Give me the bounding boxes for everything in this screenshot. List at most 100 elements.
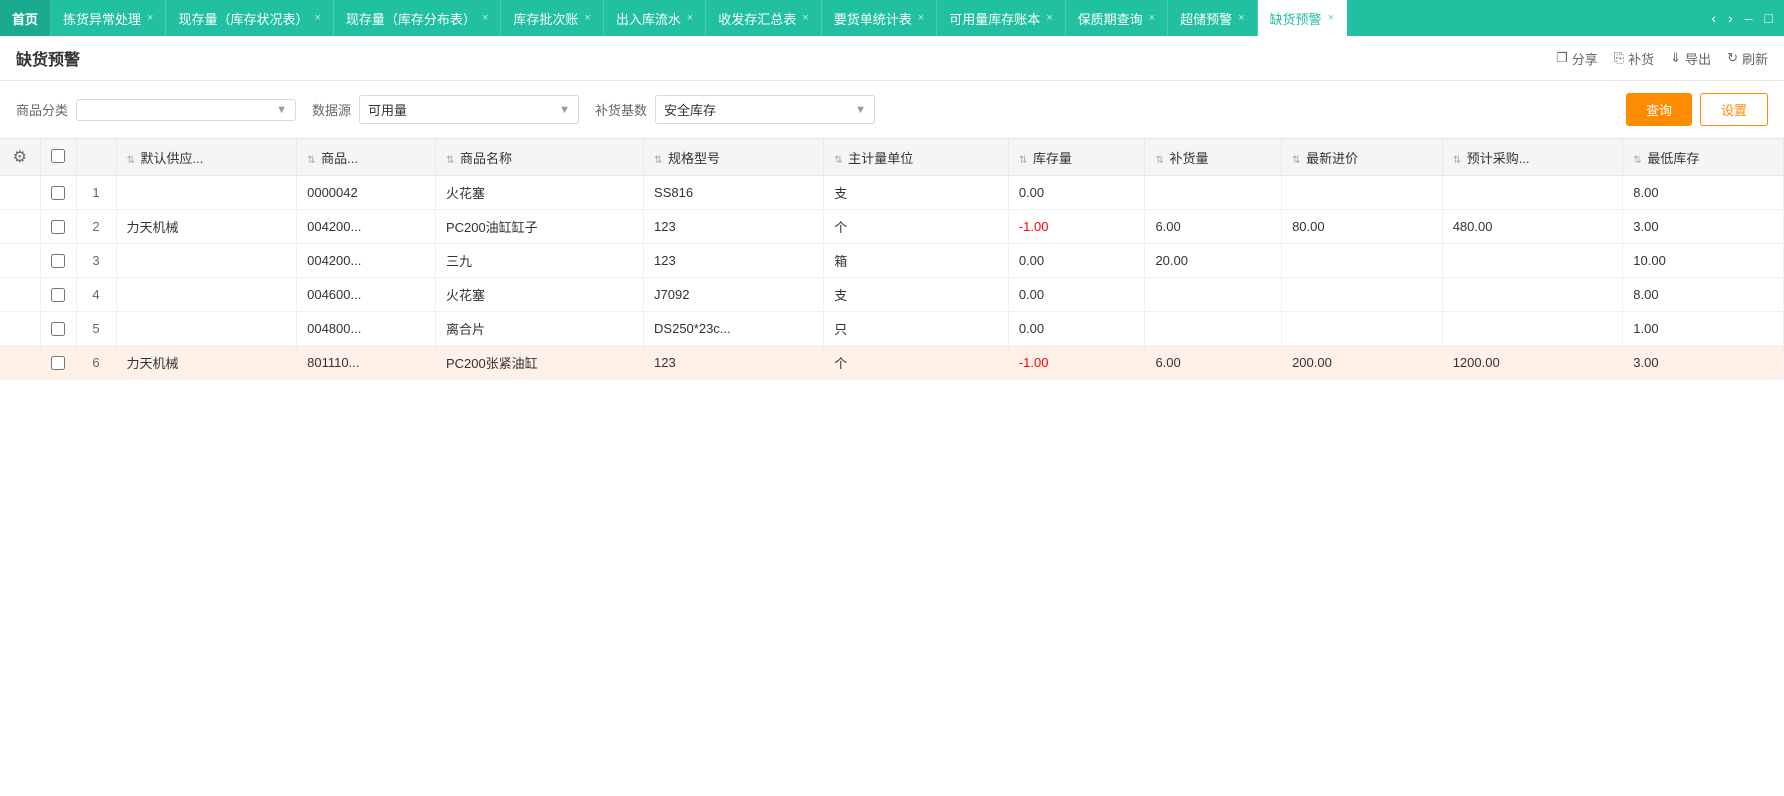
row-checkbox-cell[interactable] [40,346,76,380]
est-purchase-sort-icon: ⇅ [1453,155,1461,166]
category-select[interactable]: ▼ [76,99,296,121]
tab-2-close[interactable]: × [314,12,320,24]
col-unit-header[interactable]: ⇅ 主计量单位 [824,139,1009,176]
settings-button[interactable]: 设置 [1700,93,1768,126]
row-checkbox-cell[interactable] [40,244,76,278]
select-all-checkbox[interactable] [51,149,65,163]
tab-6-close[interactable]: × [802,12,808,24]
row-unit: 支 [824,176,1009,210]
tab-3-close[interactable]: × [482,12,488,24]
tab-10-close[interactable]: × [1238,12,1244,24]
col-stock-header[interactable]: ⇅ 库存量 [1008,139,1145,176]
row-settings-cell [0,312,40,346]
tab-prev-btn[interactable]: ‹ [1706,8,1721,28]
row-supplier [116,278,297,312]
tab-4-close[interactable]: × [584,12,590,24]
filter-bar: 商品分类 ▼ 数据源 可用量 ▼ 补货基数 安全库存 ▼ 查询 设置 [0,81,1784,139]
tab-9-label: 保质期查询 [1078,9,1143,28]
row-product-name: 火花塞 [435,278,643,312]
row-checkbox[interactable] [51,186,65,200]
row-supplier: 力天机械 [116,210,297,244]
share-action[interactable]: ❐ 分享 [1556,49,1598,68]
row-spec: SS816 [644,176,824,210]
datasource-filter-group: 数据源 可用量 ▼ [312,95,579,124]
latest-price-sort-icon: ⇅ [1292,155,1300,166]
row-product-name: 离合片 [435,312,643,346]
row-product-code: 0000042 [297,176,436,210]
tab-9-close[interactable]: × [1149,12,1155,24]
row-spec: J7092 [644,278,824,312]
row-settings-cell [0,278,40,312]
row-checkbox-cell[interactable] [40,278,76,312]
row-checkbox[interactable] [51,288,65,302]
tab-7[interactable]: 要货单统计表 × [822,0,937,36]
replenish-icon: ⎘ [1614,50,1624,66]
col-checkbox-header[interactable] [40,139,76,176]
table-row[interactable]: 3 004200... 三九 123 箱 0.00 20.00 10.00 [0,244,1784,278]
tab-home[interactable]: 首页 [0,0,51,36]
tab-4-label: 库存批次账 [513,9,578,28]
supplier-col-label: 默认供应... [141,151,204,166]
col-replenish-header[interactable]: ⇅ 补货量 [1145,139,1282,176]
tab-10[interactable]: 超储预警 × [1168,0,1257,36]
replenish-base-select[interactable]: 安全库存 ▼ [655,95,875,124]
col-product-name-header[interactable]: ⇅ 商品名称 [435,139,643,176]
col-spec-header[interactable]: ⇅ 规格型号 [644,139,824,176]
tab-maximize-btn[interactable]: □ [1760,8,1778,28]
replenish-action[interactable]: ⎘ 补货 [1614,49,1654,68]
tab-11[interactable]: 缺货预警 × [1258,0,1347,36]
settings-gear-icon[interactable]: ⚙ [13,149,27,166]
tab-1-close[interactable]: × [147,12,153,24]
table-row[interactable]: 2 力天机械 004200... PC200油缸缸子 123 个 -1.00 6… [0,210,1784,244]
row-checkbox[interactable] [51,322,65,336]
datasource-select[interactable]: 可用量 ▼ [359,95,579,124]
tab-4[interactable]: 库存批次账 × [501,0,603,36]
col-settings[interactable]: ⚙ [0,139,40,176]
table-row[interactable]: 1 0000042 火花塞 SS816 支 0.00 8.00 [0,176,1784,210]
row-checkbox-cell[interactable] [40,210,76,244]
replenish-sort-icon: ⇅ [1155,155,1163,166]
row-checkbox[interactable] [51,220,65,234]
table-row[interactable]: 5 004800... 离合片 DS250*23c... 只 0.00 1.00 [0,312,1784,346]
tab-8-close[interactable]: × [1046,12,1052,24]
tab-5[interactable]: 出入库流水 × [604,0,706,36]
table-row[interactable]: 6 力天机械 801110... PC200张紧油缸 123 个 -1.00 6… [0,346,1784,380]
tab-6[interactable]: 收发存汇总表 × [706,0,821,36]
row-checkbox-cell[interactable] [40,176,76,210]
row-supplier [116,312,297,346]
row-latest-price [1282,278,1443,312]
tab-8[interactable]: 可用量库存账本 × [937,0,1065,36]
spec-col-label: 规格型号 [668,151,720,166]
col-min-stock-header[interactable]: ⇅ 最低库存 [1623,139,1784,176]
tab-9[interactable]: 保质期查询 × [1066,0,1168,36]
tab-bar: 首页 拣货异常处理 × 现存量（库存状况表） × 现存量（库存分布表） × 库存… [0,0,1784,36]
row-checkbox[interactable] [51,356,65,370]
tab-5-close[interactable]: × [687,12,693,24]
row-min-stock: 3.00 [1623,210,1784,244]
col-estimated-purchase-header[interactable]: ⇅ 预计采购... [1442,139,1623,176]
product-code-col-label: 商品... [321,151,358,166]
refresh-action[interactable]: ↻ 刷新 [1727,49,1768,68]
query-button[interactable]: 查询 [1626,93,1692,126]
share-icon: ❐ [1556,50,1568,66]
tab-next-btn[interactable]: › [1723,8,1738,28]
col-product-code-header[interactable]: ⇅ 商品... [297,139,436,176]
row-latest-price [1282,176,1443,210]
row-checkbox[interactable] [51,254,65,268]
tab-1[interactable]: 拣货异常处理 × [51,0,166,36]
row-product-code: 004800... [297,312,436,346]
row-replenish: 6.00 [1145,210,1282,244]
row-unit: 支 [824,278,1009,312]
export-action[interactable]: ⇓ 导出 [1670,49,1711,68]
table-row[interactable]: 4 004600... 火花塞 J7092 支 0.00 8.00 [0,278,1784,312]
replenish-base-filter-group: 补货基数 安全库存 ▼ [595,95,875,124]
tab-7-close[interactable]: × [918,12,924,24]
tab-3[interactable]: 现存量（库存分布表） × [334,0,501,36]
row-supplier [116,244,297,278]
row-checkbox-cell[interactable] [40,312,76,346]
col-latest-price-header[interactable]: ⇅ 最新进价 [1282,139,1443,176]
tab-2[interactable]: 现存量（库存状况表） × [166,0,333,36]
tab-minimize-btn[interactable]: – [1740,8,1758,28]
tab-11-close[interactable]: × [1328,12,1334,24]
col-supplier-header[interactable]: ⇅ 默认供应... [116,139,297,176]
